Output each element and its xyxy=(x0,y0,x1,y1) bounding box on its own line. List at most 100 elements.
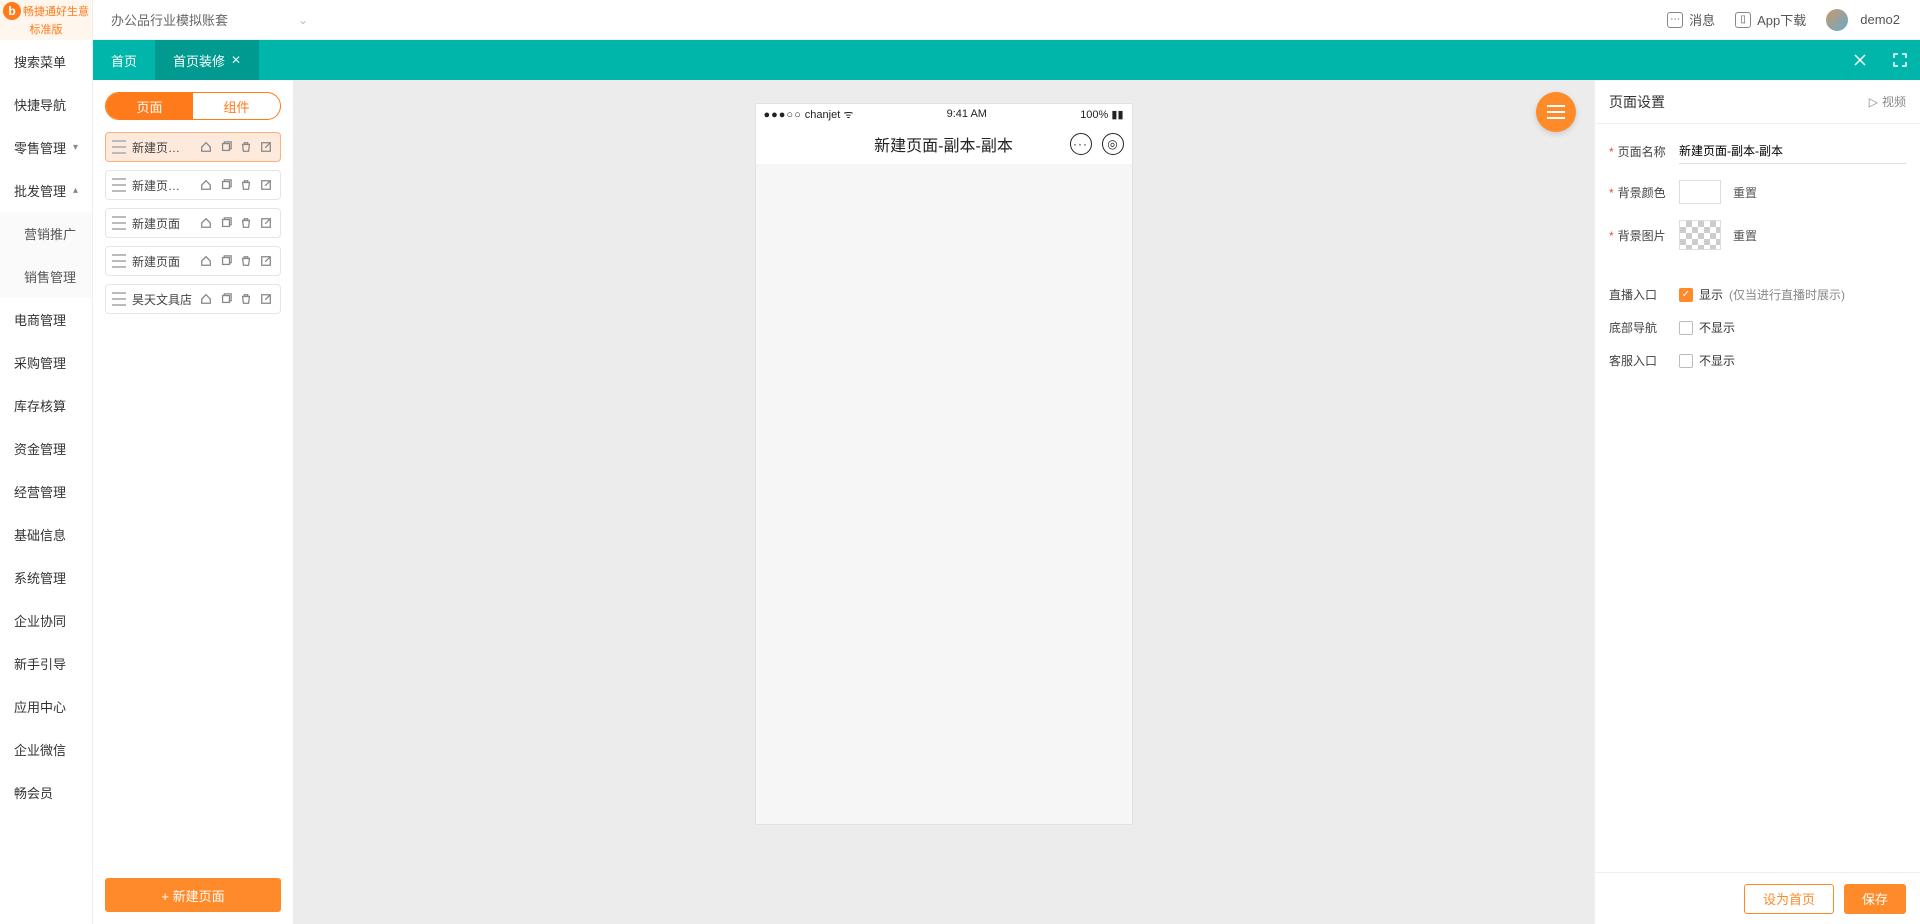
fullscreen-button[interactable] xyxy=(1880,53,1920,67)
sidebar-item-10[interactable]: 经营管理 xyxy=(0,470,92,513)
account-set-selector[interactable]: 办公品行业模拟账套 ⌄ xyxy=(111,10,308,29)
open-icon[interactable] xyxy=(258,139,274,155)
sidebar-item-label: 营销推广 xyxy=(24,224,76,243)
page-name: 新建页面-副本... xyxy=(132,139,192,156)
sidebar-item-3[interactable]: 批发管理▴ xyxy=(0,169,92,212)
cs-checkbox[interactable] xyxy=(1679,354,1693,368)
bottomnav-checkbox[interactable] xyxy=(1679,321,1693,335)
copy-icon[interactable] xyxy=(218,139,234,155)
tab-editor-label: 首页装修 xyxy=(173,51,225,70)
drawer-toggle-button[interactable] xyxy=(1536,92,1576,132)
page-name-input[interactable] xyxy=(1679,138,1906,164)
download-label: App下载 xyxy=(1757,10,1806,29)
save-button[interactable]: 保存 xyxy=(1844,884,1906,914)
delete-icon[interactable] xyxy=(238,177,254,193)
page-row[interactable]: 新建页面 xyxy=(105,246,281,276)
sidebar-item-label: 批发管理 xyxy=(14,181,66,200)
drag-handle-icon[interactable] xyxy=(112,254,126,268)
sidebar-item-4[interactable]: 营销推广 xyxy=(0,212,92,255)
sidebar-item-14[interactable]: 新手引导 xyxy=(0,642,92,685)
sidebar-item-label: 基础信息 xyxy=(14,525,66,544)
page-name: 新建页面 xyxy=(132,253,192,270)
page-row[interactable]: 昊天文具店 xyxy=(105,284,281,314)
bgcolor-swatch[interactable] xyxy=(1679,180,1721,204)
logo[interactable]: b 畅捷通好生意 标准版 xyxy=(0,0,93,40)
open-icon[interactable] xyxy=(258,177,274,193)
drag-handle-icon[interactable] xyxy=(112,178,126,192)
field-bgcolor-label: 背景颜色 xyxy=(1618,186,1666,200)
phone-status-bar: ●●●○○ chanjet ᯤ 9:41 AM 100% ▮▮ xyxy=(756,104,1132,124)
sidebar-item-13[interactable]: 企业协同 xyxy=(0,599,92,642)
sidebar-item-12[interactable]: 系统管理 xyxy=(0,556,92,599)
copy-icon[interactable] xyxy=(218,253,234,269)
home-icon[interactable] xyxy=(198,139,214,155)
close-icon[interactable]: ✕ xyxy=(231,53,241,67)
video-help-link[interactable]: ▷ 视频 xyxy=(1869,93,1906,110)
drag-handle-icon[interactable] xyxy=(112,216,126,230)
canvas[interactable]: ●●●○○ chanjet ᯤ 9:41 AM 100% ▮▮ 新建页面-副本-… xyxy=(293,80,1594,924)
capsule-more-icon[interactable]: ··· xyxy=(1070,133,1092,155)
bgimg-reset-link[interactable]: 重置 xyxy=(1733,227,1757,244)
sidebar-item-9[interactable]: 资金管理 xyxy=(0,427,92,470)
page-row[interactable]: 新建页面 xyxy=(105,208,281,238)
drag-handle-icon[interactable] xyxy=(112,292,126,306)
page-list-panel: 页面 组件 新建页面-副本...新建页面-副本新建页面新建页面昊天文具店 + 新… xyxy=(93,80,293,924)
copy-icon[interactable] xyxy=(218,177,234,193)
home-icon[interactable] xyxy=(198,215,214,231)
sidebar-item-1[interactable]: 快捷导航 xyxy=(0,83,92,126)
sidebar-item-17[interactable]: 畅会员 xyxy=(0,771,92,814)
live-hint: (仅当进行直播时展示) xyxy=(1729,286,1845,303)
segment-pages[interactable]: 页面 xyxy=(106,93,193,119)
home-icon[interactable] xyxy=(198,177,214,193)
copy-icon[interactable] xyxy=(218,291,234,307)
capsule-target-icon[interactable]: ◎ xyxy=(1102,133,1124,155)
home-icon[interactable] xyxy=(198,253,214,269)
open-icon[interactable] xyxy=(258,253,274,269)
messages-button[interactable]: ⋯ 消息 xyxy=(1667,10,1715,29)
sidebar-item-7[interactable]: 采购管理 xyxy=(0,341,92,384)
field-name-label: 页面名称 xyxy=(1618,145,1666,159)
chevron-down-icon: ⌄ xyxy=(298,13,308,27)
segment-components[interactable]: 组件 xyxy=(193,93,280,119)
tab-home[interactable]: 首页 xyxy=(93,40,155,80)
sidebar-item-0[interactable]: 搜索菜单 xyxy=(0,40,92,83)
tab-page-editor[interactable]: 首页装修 ✕ xyxy=(155,40,259,80)
sidebar-item-8[interactable]: 库存核算 xyxy=(0,384,92,427)
user-menu[interactable]: demo2 xyxy=(1826,9,1900,31)
bgcolor-reset-link[interactable]: 重置 xyxy=(1733,184,1757,201)
delete-icon[interactable] xyxy=(238,215,254,231)
live-checkbox[interactable]: ✓ xyxy=(1679,288,1693,302)
cs-text: 不显示 xyxy=(1699,352,1735,369)
bgimg-swatch[interactable] xyxy=(1679,220,1721,250)
chevron-icon: ▾ xyxy=(73,142,78,153)
copy-icon[interactable] xyxy=(218,215,234,231)
sidebar-item-15[interactable]: 应用中心 xyxy=(0,685,92,728)
sidebar-item-6[interactable]: 电商管理 xyxy=(0,298,92,341)
delete-icon[interactable] xyxy=(238,253,254,269)
sidebar-item-5[interactable]: 销售管理 xyxy=(0,255,92,298)
wifi-icon: ᯤ xyxy=(843,107,853,122)
drag-handle-icon[interactable] xyxy=(112,140,126,154)
delete-icon[interactable] xyxy=(238,139,254,155)
open-icon[interactable] xyxy=(258,291,274,307)
phone-body[interactable] xyxy=(756,164,1132,824)
field-live-label: 直播入口 xyxy=(1609,286,1679,303)
sidebar-item-2[interactable]: 零售管理▾ xyxy=(0,126,92,169)
delete-icon[interactable] xyxy=(238,291,254,307)
close-all-button[interactable] xyxy=(1840,53,1880,67)
sidebar-item-11[interactable]: 基础信息 xyxy=(0,513,92,556)
top-bar: b 畅捷通好生意 标准版 办公品行业模拟账套 ⌄ ⋯ 消息 ▯ App下载 de… xyxy=(0,0,1920,40)
logo-mark-icon: b xyxy=(3,2,21,20)
sidebar-item-label: 应用中心 xyxy=(14,697,66,716)
page-name: 新建页面 xyxy=(132,215,192,232)
set-home-button[interactable]: 设为首页 xyxy=(1744,884,1834,914)
home-icon[interactable] xyxy=(198,291,214,307)
new-page-button[interactable]: + 新建页面 xyxy=(105,878,281,912)
open-icon[interactable] xyxy=(258,215,274,231)
page-row[interactable]: 新建页面-副本... xyxy=(105,132,281,162)
phone-battery: 100% ▮▮ xyxy=(1080,108,1123,121)
page-row[interactable]: 新建页面-副本 xyxy=(105,170,281,200)
sidebar-item-label: 新手引导 xyxy=(14,654,66,673)
sidebar-item-16[interactable]: 企业微信 xyxy=(0,728,92,771)
app-download-button[interactable]: ▯ App下载 xyxy=(1735,10,1806,29)
